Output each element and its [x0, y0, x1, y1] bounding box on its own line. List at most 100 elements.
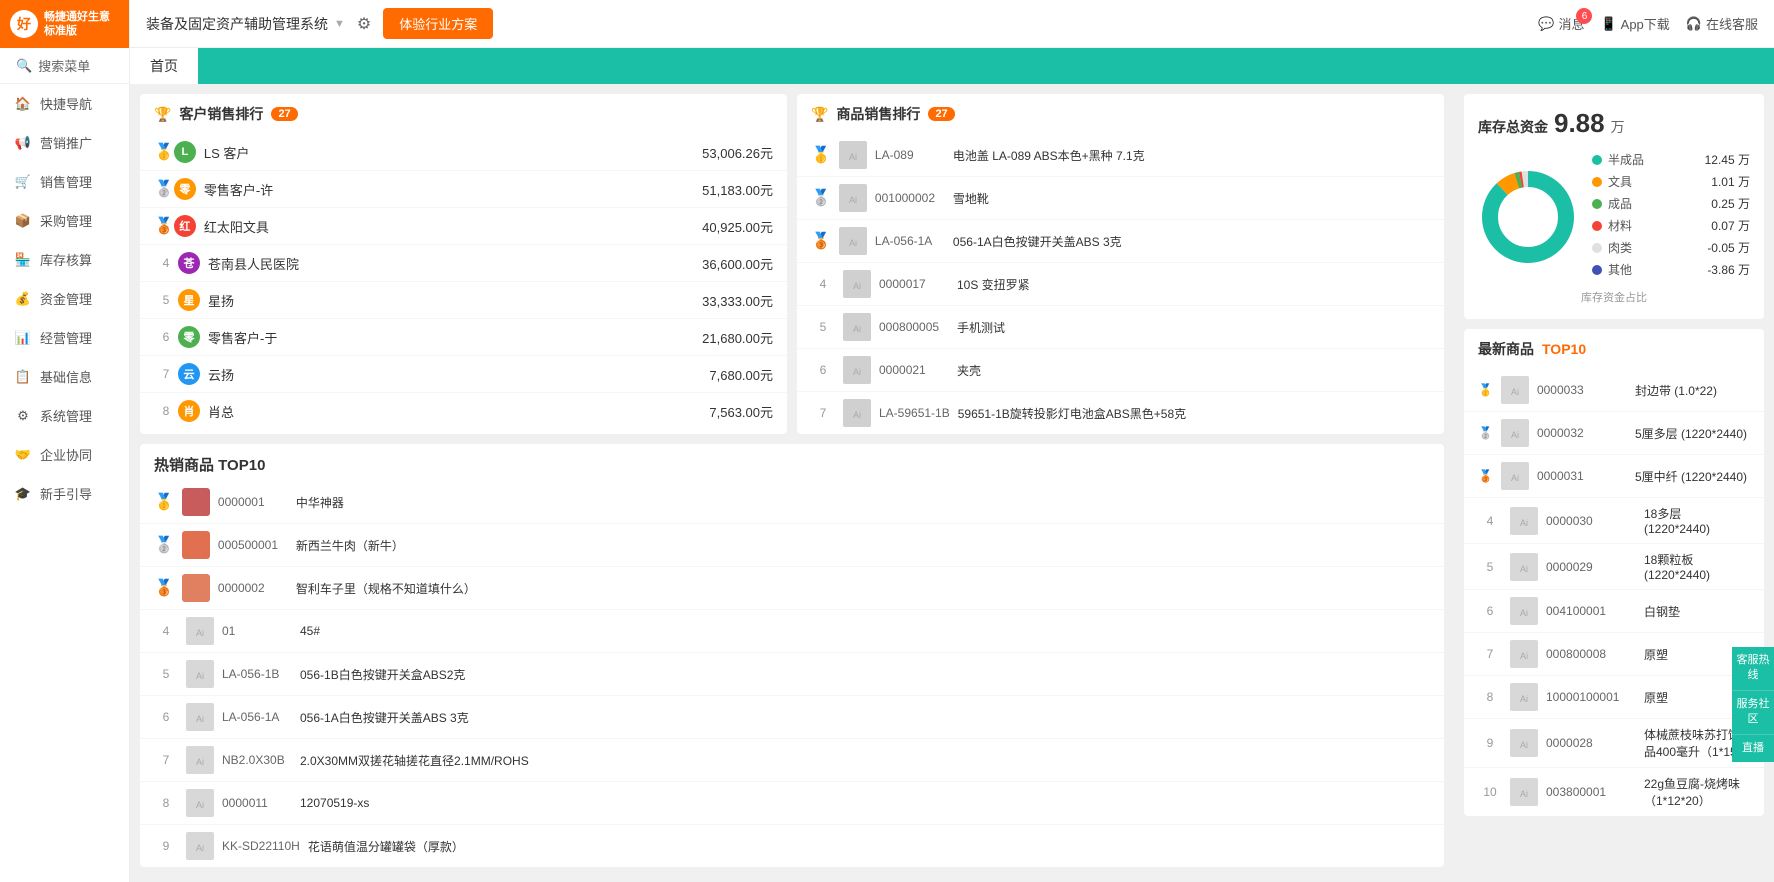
svg-text:Ai: Ai — [1520, 651, 1528, 661]
table-row: 7 Ai LA-59651-1B 59651-1B旋转投影灯电池盒ABS黑色+5… — [797, 392, 1444, 434]
headset-icon: 🎧 — [1686, 16, 1702, 32]
sidebar-icon-2: 🛒 — [14, 174, 32, 190]
list-item: 🥇 0000001 中华神器 — [140, 481, 1444, 524]
settings-icon[interactable]: ⚙ — [357, 14, 371, 34]
sidebar-item-6[interactable]: 📊经营管理 — [0, 318, 129, 357]
list-item: 5 Ai LA-056-1B 056-1B白色按键开关盒ABS2克 — [140, 653, 1444, 696]
trial-button[interactable]: 体验行业方案 — [383, 8, 493, 39]
legend-name: 半成品 — [1608, 151, 1699, 168]
inventory-sub-label: 库存资金占比 — [1478, 289, 1750, 305]
legend-item: 材料 0.07 万 — [1592, 217, 1750, 234]
search-menu[interactable]: 🔍 搜索菜单 — [0, 48, 129, 84]
rank-badge: 零 — [174, 178, 196, 200]
rank-num: 9 — [154, 839, 178, 853]
svg-text:Ai: Ai — [196, 843, 204, 853]
product-name: 封边带 (1.0*22) — [1635, 382, 1750, 399]
sidebar-item-7[interactable]: 📋基础信息 — [0, 357, 129, 396]
inventory-unit: 万 — [1611, 117, 1625, 137]
sidebar-item-0[interactable]: 🏠快捷导航 — [0, 84, 129, 123]
sidebar-item-1[interactable]: 📢营销推广 — [0, 123, 129, 162]
legend-value: 12.45 万 — [1705, 151, 1750, 168]
sidebar-item-10[interactable]: 🎓新手引导 — [0, 474, 129, 513]
customer-name: 云扬 — [208, 365, 709, 384]
product-img: Ai — [839, 227, 867, 255]
list-item: 🥇 Ai 0000033 封边带 (1.0*22) — [1464, 369, 1764, 412]
online-service-btn[interactable]: 🎧 在线客服 — [1686, 14, 1758, 33]
dropdown-arrow[interactable]: ▼ — [334, 18, 345, 30]
table-row: 5 Ai 000800005 手机测试 — [797, 306, 1444, 349]
sidebar-item-9[interactable]: 🤝企业协同 — [0, 435, 129, 474]
sidebar-item-2[interactable]: 🛒销售管理 — [0, 162, 129, 201]
cs-btn[interactable]: 客服热线 — [1732, 647, 1774, 691]
rank-num: 4 — [811, 277, 835, 291]
customer-amount: 7,563.00元 — [709, 402, 773, 421]
cs-btn[interactable]: 服务社区 — [1732, 691, 1774, 735]
inventory-value: 9.88 — [1554, 108, 1605, 139]
table-row: 6 零 零售客户-于 21,680.00元 — [140, 319, 787, 356]
product-placeholder: Ai — [1501, 376, 1529, 404]
sidebar-icon-9: 🤝 — [14, 447, 32, 463]
rank-badge: 苍 — [178, 252, 200, 274]
legend-dot — [1592, 155, 1602, 165]
svg-text:Ai: Ai — [196, 800, 204, 810]
sidebar-item-4[interactable]: 🏪库存核算 — [0, 240, 129, 279]
rank-num: 5 — [154, 667, 178, 681]
product-code: 000800005 — [879, 320, 949, 334]
rank-medal: 🥈 — [1478, 426, 1493, 440]
customer-name: 红太阳文具 — [204, 217, 702, 236]
product-placeholder: Ai — [186, 832, 214, 860]
list-item: 8 Ai 0000011 12070519-xs — [140, 782, 1444, 825]
app-download-btn[interactable]: 📱 App下载 — [1600, 14, 1669, 33]
product-name: 智利车子里（规格不知道填什么） — [296, 580, 1430, 597]
rank-num: 5 — [1478, 560, 1502, 574]
rank-num: 5 — [154, 293, 178, 307]
customer-name: 苍南县人民医院 — [208, 254, 702, 273]
customer-ranking-title: 🏆 客户销售排行 27 — [140, 94, 787, 134]
product-placeholder: Ai — [1510, 729, 1538, 757]
sidebar-icon-0: 🏠 — [14, 96, 32, 112]
product-name: 18颗粒板 (1220*2440) — [1644, 551, 1750, 582]
hot-products-list: 🥇 0000001 中华神器 🥈 000500001 新西兰牛肉（新牛） 🥉 0… — [140, 481, 1444, 867]
legend-value: 0.25 万 — [1711, 195, 1750, 212]
sidebar-item-5[interactable]: 💰资金管理 — [0, 279, 129, 318]
latest-products-panel: 最新商品 TOP10 🥇 Ai 0000033 封边带 (1.0*22) 🥈 A… — [1464, 329, 1764, 816]
product-code: 0000011 — [222, 796, 292, 810]
table-row: 🥇 Ai LA-089 电池盖 LA-089 ABS本色+黑种 7.1克 — [797, 134, 1444, 177]
rank-medal: 🥉 — [154, 216, 174, 236]
sidebar-item-3[interactable]: 📦采购管理 — [0, 201, 129, 240]
product-code: 004100001 — [1546, 604, 1636, 618]
topbar: 装备及固定资产辅助管理系统 ▼ ⚙ 体验行业方案 💬 消息 6 📱 App下载 … — [130, 0, 1774, 48]
svg-text:Ai: Ai — [1511, 473, 1519, 483]
rank-badge: 星 — [178, 289, 200, 311]
cs-btn[interactable]: 直播 — [1732, 735, 1774, 762]
message-btn[interactable]: 💬 消息 6 — [1538, 14, 1584, 33]
svg-text:Ai: Ai — [196, 628, 204, 638]
sidebar-item-8[interactable]: ⚙系统管理 — [0, 396, 129, 435]
product-name: 白钢垫 — [1644, 603, 1750, 620]
content-area: 🏆 客户销售排行 27 🥇 L LS 客户 53,006.26元 🥈 零 零售客… — [130, 84, 1774, 882]
product-placeholder: Ai — [1510, 640, 1538, 668]
donut-chart — [1478, 167, 1578, 267]
table-row: 8 肖 肖总 7,563.00元 — [140, 393, 787, 429]
sidebar: 好 畅捷通好生意 标准版 🔍 搜索菜单 🏠快捷导航📢营销推广🛒销售管理📦采购管理… — [0, 0, 130, 882]
customer-name: 零售客户-于 — [208, 328, 702, 347]
rank-medal: 🥇 — [811, 145, 831, 165]
product-placeholder: Ai — [1510, 683, 1538, 711]
product-name: 电池盖 LA-089 ABS本色+黑种 7.1克 — [953, 147, 1430, 164]
legend-dot — [1592, 243, 1602, 253]
product-thumbnail — [182, 531, 210, 559]
legend-name: 文具 — [1608, 173, 1705, 190]
product-img: Ai — [843, 313, 871, 341]
product-placeholder: Ai — [1501, 419, 1529, 447]
message-badge: 6 — [1576, 8, 1592, 24]
product-code: LA-089 — [875, 148, 945, 162]
product-placeholder: Ai — [186, 703, 214, 731]
product-code: 000500001 — [218, 538, 288, 552]
logo-icon: 好 — [10, 10, 38, 38]
tab-home[interactable]: 首页 — [130, 48, 198, 84]
inventory-title-row: 库存总资金 9.88 万 — [1478, 108, 1750, 139]
legend-item: 半成品 12.45 万 — [1592, 151, 1750, 168]
rank-num: 9 — [1478, 736, 1502, 750]
product-placeholder: Ai — [1510, 778, 1538, 806]
product-name: 雪地靴 — [953, 190, 1430, 207]
